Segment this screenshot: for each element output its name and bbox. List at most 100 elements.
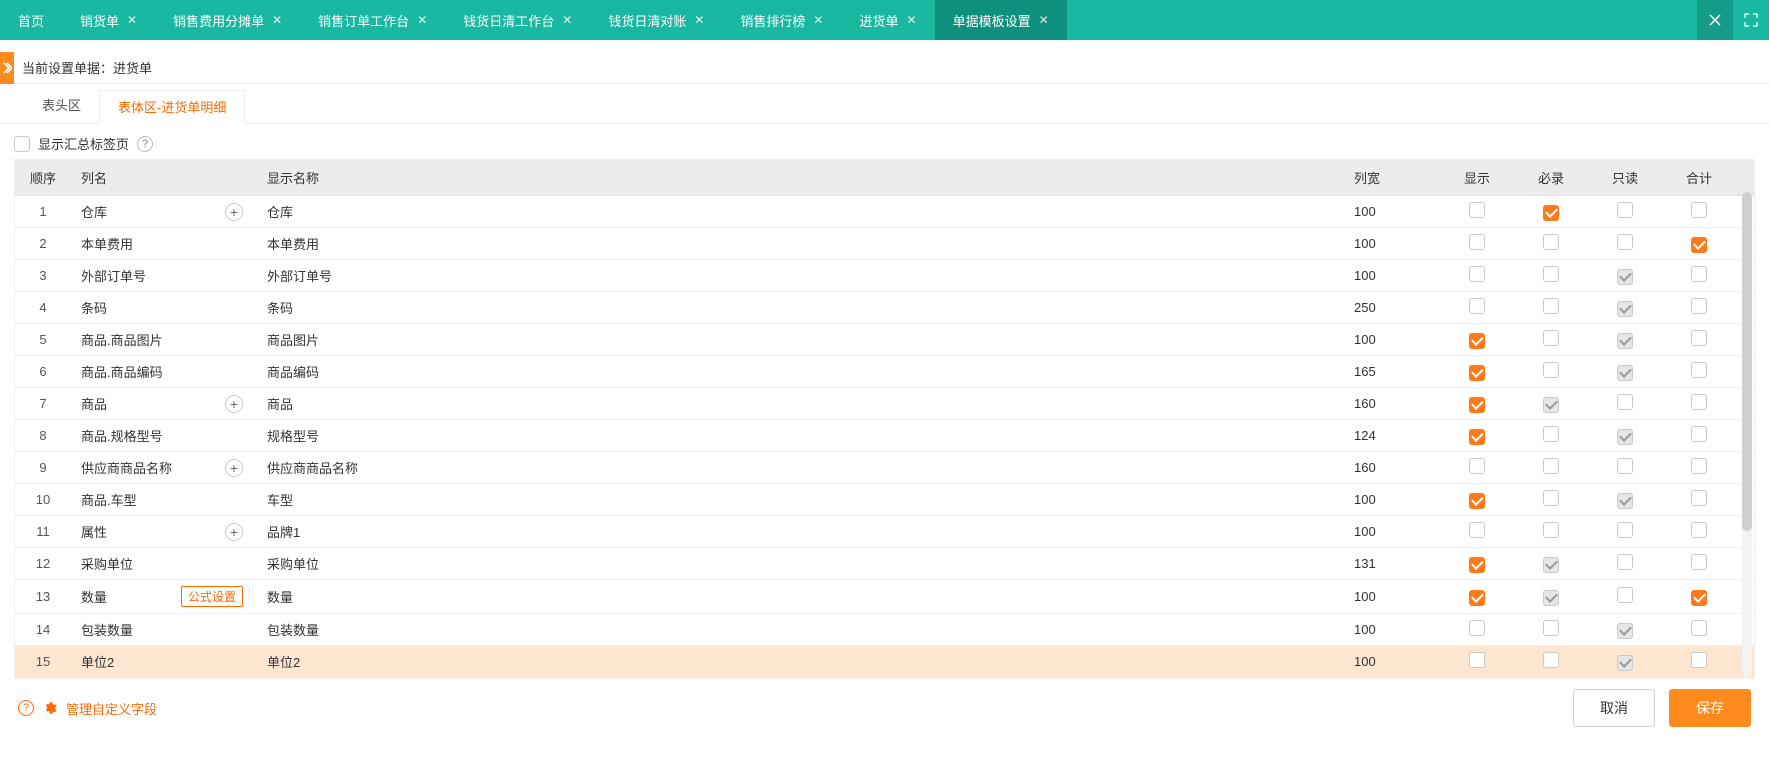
cell-width[interactable]: 100 <box>1344 196 1440 228</box>
required-checkbox[interactable] <box>1543 490 1559 506</box>
show-checkbox[interactable] <box>1469 590 1485 606</box>
show-checkbox[interactable] <box>1469 652 1485 668</box>
sum-checkbox[interactable] <box>1691 237 1707 253</box>
show-checkbox[interactable] <box>1469 333 1485 349</box>
table-scroll-thumb[interactable] <box>1742 192 1752 531</box>
table-row[interactable]: 2本单费用本单费用100 <box>15 228 1754 260</box>
readonly-checkbox[interactable] <box>1617 522 1633 538</box>
top-tab[interactable]: 首页 <box>0 0 62 40</box>
cell-width[interactable]: 131 <box>1344 548 1440 580</box>
top-tab[interactable]: 销售订单工作台✕ <box>300 0 445 40</box>
sum-checkbox[interactable] <box>1691 522 1707 538</box>
close-icon[interactable]: ✕ <box>1039 13 1049 27</box>
cell-display-name[interactable]: 商品 <box>257 388 1344 420</box>
required-checkbox[interactable] <box>1543 590 1559 606</box>
cell-width[interactable]: 165 <box>1344 356 1440 388</box>
show-checkbox[interactable] <box>1469 202 1485 218</box>
cell-width[interactable]: 160 <box>1344 452 1440 484</box>
close-icon[interactable]: ✕ <box>417 13 427 27</box>
sum-checkbox[interactable] <box>1691 266 1707 282</box>
readonly-checkbox[interactable] <box>1617 458 1633 474</box>
sum-checkbox[interactable] <box>1691 590 1707 606</box>
fullscreen-button[interactable] <box>1733 0 1769 40</box>
table-row[interactable]: 14包装数量包装数量100 <box>15 614 1754 646</box>
cell-display-name[interactable]: 条码 <box>257 292 1344 324</box>
top-tab[interactable]: 钱货日清对账✕ <box>590 0 722 40</box>
cell-width[interactable]: 100 <box>1344 580 1440 614</box>
add-icon[interactable]: + <box>225 523 243 541</box>
table-row[interactable]: 11属性+品牌1100 <box>15 516 1754 548</box>
readonly-checkbox[interactable] <box>1617 655 1633 671</box>
cell-width[interactable]: 100 <box>1344 228 1440 260</box>
table-row[interactable]: 9供应商商品名称+供应商商品名称160 <box>15 452 1754 484</box>
table-row[interactable]: 13数量公式设置数量100 <box>15 580 1754 614</box>
sum-checkbox[interactable] <box>1691 554 1707 570</box>
required-checkbox[interactable] <box>1543 652 1559 668</box>
cell-width[interactable]: 100 <box>1344 516 1440 548</box>
cell-display-name[interactable]: 供应商商品名称 <box>257 452 1344 484</box>
table-scrollbar[interactable] <box>1742 192 1752 676</box>
cell-width[interactable]: 250 <box>1344 292 1440 324</box>
close-all-tabs-button[interactable] <box>1697 0 1733 40</box>
sum-checkbox[interactable] <box>1691 490 1707 506</box>
sum-checkbox[interactable] <box>1691 362 1707 378</box>
cell-display-name[interactable]: 商品编码 <box>257 356 1344 388</box>
required-checkbox[interactable] <box>1543 330 1559 346</box>
manage-custom-fields-link[interactable]: 管理自定义字段 <box>66 699 157 718</box>
readonly-checkbox[interactable] <box>1617 587 1633 603</box>
required-checkbox[interactable] <box>1543 557 1559 573</box>
top-tab[interactable]: 单据模板设置✕ <box>935 0 1067 40</box>
cell-display-name[interactable]: 车型 <box>257 484 1344 516</box>
help-circle-icon[interactable]: ? <box>18 700 34 716</box>
sum-checkbox[interactable] <box>1691 458 1707 474</box>
add-icon[interactable]: + <box>225 395 243 413</box>
readonly-checkbox[interactable] <box>1617 493 1633 509</box>
close-icon[interactable]: ✕ <box>694 13 704 27</box>
required-checkbox[interactable] <box>1543 522 1559 538</box>
cell-width[interactable]: 100 <box>1344 614 1440 646</box>
readonly-checkbox[interactable] <box>1617 394 1633 410</box>
cell-display-name[interactable]: 商品图片 <box>257 324 1344 356</box>
sum-checkbox[interactable] <box>1691 426 1707 442</box>
readonly-checkbox[interactable] <box>1617 429 1633 445</box>
required-checkbox[interactable] <box>1543 298 1559 314</box>
close-icon[interactable]: ✕ <box>272 13 282 27</box>
cell-width[interactable]: 100 <box>1344 260 1440 292</box>
add-icon[interactable]: + <box>225 459 243 477</box>
tab-header-area[interactable]: 表头区 <box>24 89 99 123</box>
required-checkbox[interactable] <box>1543 426 1559 442</box>
show-checkbox[interactable] <box>1469 397 1485 413</box>
cell-display-name[interactable]: 仓库 <box>257 196 1344 228</box>
table-row[interactable]: 6商品.商品编码商品编码165 <box>15 356 1754 388</box>
table-row[interactable]: 4条码条码250 <box>15 292 1754 324</box>
show-checkbox[interactable] <box>1469 620 1485 636</box>
table-row[interactable]: 5商品.商品图片商品图片100 <box>15 324 1754 356</box>
required-checkbox[interactable] <box>1543 397 1559 413</box>
show-checkbox[interactable] <box>1469 493 1485 509</box>
add-icon[interactable]: + <box>225 203 243 221</box>
sum-checkbox[interactable] <box>1691 652 1707 668</box>
close-icon[interactable]: ✕ <box>562 13 572 27</box>
cell-display-name[interactable]: 采购单位 <box>257 548 1344 580</box>
readonly-checkbox[interactable] <box>1617 623 1633 639</box>
show-checkbox[interactable] <box>1469 365 1485 381</box>
cell-width[interactable]: 100 <box>1344 484 1440 516</box>
show-checkbox[interactable] <box>1469 266 1485 282</box>
cell-display-name[interactable]: 本单费用 <box>257 228 1344 260</box>
close-icon[interactable]: ✕ <box>813 13 823 27</box>
cell-width[interactable]: 124 <box>1344 420 1440 452</box>
required-checkbox[interactable] <box>1543 266 1559 282</box>
sum-checkbox[interactable] <box>1691 298 1707 314</box>
readonly-checkbox[interactable] <box>1617 554 1633 570</box>
table-row[interactable]: 8商品.规格型号规格型号124 <box>15 420 1754 452</box>
required-checkbox[interactable] <box>1543 620 1559 636</box>
top-tab[interactable]: 钱货日清工作台✕ <box>445 0 590 40</box>
top-tab[interactable]: 销售费用分摊单✕ <box>155 0 300 40</box>
show-checkbox[interactable] <box>1469 298 1485 314</box>
readonly-checkbox[interactable] <box>1617 365 1633 381</box>
cell-display-name[interactable]: 外部订单号 <box>257 260 1344 292</box>
sum-checkbox[interactable] <box>1691 394 1707 410</box>
show-checkbox[interactable] <box>1469 234 1485 250</box>
cancel-button[interactable]: 取消 <box>1573 689 1655 727</box>
cell-width[interactable]: 160 <box>1344 388 1440 420</box>
